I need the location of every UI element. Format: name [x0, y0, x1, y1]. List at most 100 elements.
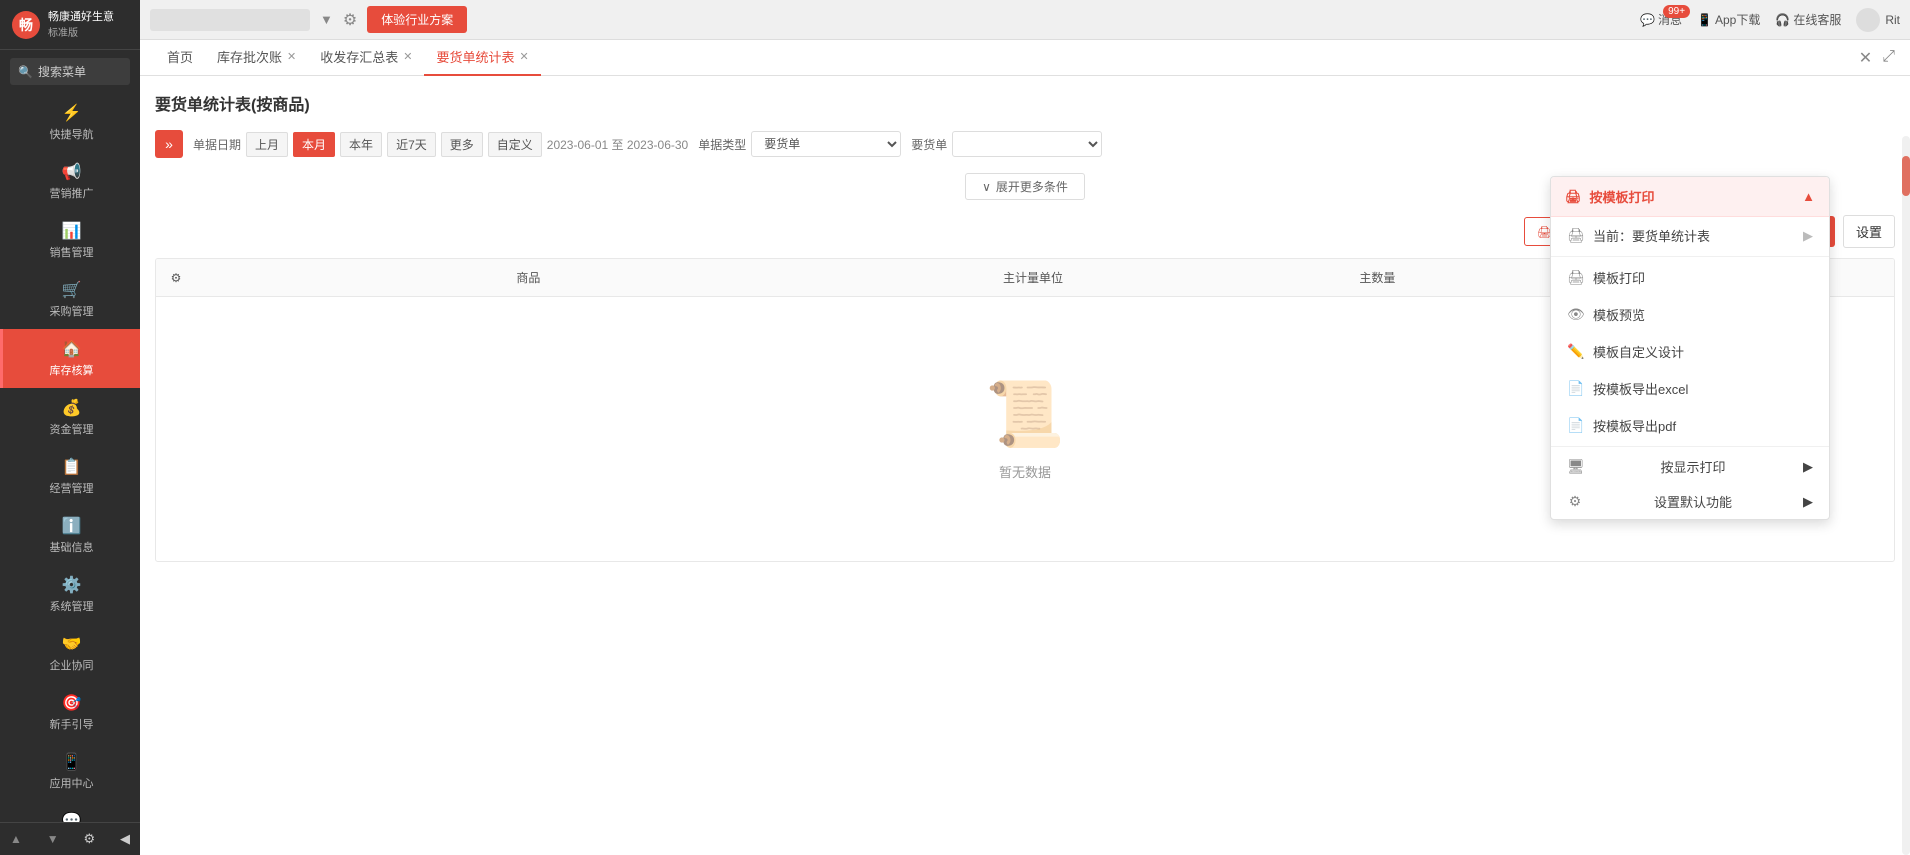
dropdown-template-preview-label: 模板预览	[1593, 305, 1813, 324]
dropdown-export-excel[interactable]: 📄 按模板导出excel	[1551, 370, 1829, 407]
topbar-search-input[interactable]	[150, 9, 310, 31]
app-download-icon: 📱	[1697, 13, 1712, 27]
tab-inventory-batch[interactable]: 库存批次账 ✕	[205, 39, 308, 76]
online-service-link[interactable]: 🎧 在线客服	[1775, 11, 1841, 28]
user-avatar	[1856, 8, 1880, 32]
toggle-sidebar-icon[interactable]: ◀	[120, 831, 130, 847]
dropdown-default-setting-arrow: ▶	[1803, 494, 1813, 510]
sidebar-item-label: 经营管理	[50, 480, 94, 496]
page-title: 要货单统计表(按商品)	[155, 91, 1895, 115]
sidebar-item-operations[interactable]: 📋 经营管理	[0, 447, 140, 506]
dropdown-display-print-label: 按显示打印	[1660, 457, 1725, 476]
close-window-button[interactable]: ✕	[1859, 48, 1872, 68]
tab-order-stats[interactable]: 要货单统计表 ✕	[424, 39, 540, 76]
topbar-dropdown-chevron[interactable]: ▼	[320, 12, 333, 27]
tab-inventory-batch-label: 库存批次账	[217, 47, 282, 66]
search-menu-button[interactable]: 🔍 搜索菜单	[10, 58, 130, 85]
scroll-up-icon[interactable]: ▲	[10, 832, 22, 846]
inventory-icon: 🏠	[62, 339, 82, 359]
tab-order-stats-label: 要货单统计表	[436, 47, 514, 66]
sidebar-item-sales[interactable]: 📊 销售管理	[0, 211, 140, 270]
tab-summary[interactable]: 收发存汇总表 ✕	[308, 39, 424, 76]
sales-icon: 📊	[62, 221, 82, 241]
tab-summary-close[interactable]: ✕	[403, 50, 412, 63]
type-filter-select[interactable]: 要货单	[751, 131, 901, 157]
sidebar-item-label: 资金管理	[50, 421, 94, 437]
sidebar-search[interactable]: 🔍 搜索菜单	[0, 50, 140, 93]
template-preview-icon: 👁	[1567, 306, 1583, 323]
tab-home[interactable]: 首页	[155, 39, 205, 76]
export-excel-icon: 📄	[1567, 380, 1583, 397]
empty-state-text: 暂无数据	[999, 462, 1051, 481]
date-custom-button[interactable]: 自定义	[488, 132, 542, 157]
logo-sub: 标准版	[48, 24, 114, 39]
expand-more-icon: ∨	[982, 180, 991, 194]
system-icon: ⚙️	[62, 575, 82, 595]
expand-more-button[interactable]: ∨ 展开更多条件	[965, 173, 1085, 200]
date-this-month-button[interactable]: 本月	[293, 132, 335, 157]
date-last-7-days-button[interactable]: 近7天	[387, 132, 436, 157]
display-print-icon: 🖥	[1567, 458, 1583, 475]
date-this-year-button[interactable]: 本年	[340, 132, 382, 157]
logo-text: 畅康通好生意	[48, 10, 114, 24]
sidebar-item-guide[interactable]: 🎯 新手引导	[0, 683, 140, 742]
dropdown-divider-1	[1551, 256, 1829, 257]
dropdown-template-design[interactable]: ✏️ 模板自定义设计	[1551, 333, 1829, 370]
sidebar-item-wechat[interactable]: 💬 企业微信	[0, 801, 140, 822]
sidebar-item-purchase[interactable]: 🛒 采购管理	[0, 270, 140, 329]
dropdown-export-pdf[interactable]: 📄 按模板导出pdf	[1551, 407, 1829, 444]
filter-expand-button[interactable]: »	[155, 130, 183, 158]
dropdown-template-preview[interactable]: 👁 模板预览	[1551, 296, 1829, 333]
tab-order-stats-close[interactable]: ✕	[520, 50, 529, 63]
sidebar-item-collab[interactable]: 🤝 企业协同	[0, 624, 140, 683]
dropdown-template-design-label: 模板自定义设计	[1593, 342, 1813, 361]
window-controls: ✕ ⤢	[1859, 48, 1895, 68]
app-download-link[interactable]: 📱 App下载	[1697, 11, 1760, 28]
dropdown-display-print[interactable]: 🖥 按显示打印 ▶	[1551, 449, 1829, 484]
type-filter-label: 单据类型	[698, 136, 746, 153]
sidebar-item-label: 销售管理	[50, 244, 94, 260]
maximize-window-button[interactable]: ⤢	[1882, 48, 1895, 68]
scrollbar[interactable]	[1902, 136, 1910, 855]
template-print-icon: 🖨	[1567, 269, 1583, 286]
sidebar-item-finance[interactable]: 💰 资金管理	[0, 388, 140, 447]
message-badge[interactable]: 💬 消息 99+	[1640, 11, 1682, 28]
sidebar-item-basic[interactable]: ℹ️ 基础信息	[0, 506, 140, 565]
dropdown-template-print-label: 模板打印	[1593, 268, 1813, 287]
sidebar-item-system[interactable]: ⚙️ 系统管理	[0, 565, 140, 624]
dropdown-default-setting[interactable]: ⚙ 设置默认功能 ▶	[1551, 484, 1829, 519]
settings-button[interactable]: 设置	[1843, 215, 1895, 248]
empty-state-icon: 📜	[985, 377, 1065, 452]
dropdown-template-print[interactable]: 🖨 模板打印	[1551, 259, 1829, 296]
sidebar-item-inventory[interactable]: 🏠 库存核算	[0, 329, 140, 388]
sidebar-footer: ▲ ▼ ⚙ ◀	[0, 822, 140, 855]
dropdown-export-pdf-label: 按模板导出pdf	[1593, 416, 1813, 435]
date-last-month-button[interactable]: 上月	[246, 132, 288, 157]
table-col-settings[interactable]: ⚙	[156, 261, 196, 295]
main-area: ▼ ⚙ 体验行业方案 💬 消息 99+ 📱 App下载 🎧 在线客服 Rit	[140, 0, 1910, 855]
goods-filter-select[interactable]	[952, 131, 1102, 157]
sidebar-item-quick-nav[interactable]: ⚡ 快捷导航	[0, 93, 140, 152]
settings-footer-icon[interactable]: ⚙	[83, 831, 95, 847]
export-pdf-icon: 📄	[1567, 417, 1583, 434]
dropdown-current-template[interactable]: 🖨 当前：要货单统计表 ▶	[1551, 217, 1829, 254]
date-more-button[interactable]: 更多	[441, 132, 483, 157]
sidebar-item-label: 采购管理	[50, 303, 94, 319]
goods-filter-group: 要货单	[911, 131, 1102, 157]
sidebar-item-apps[interactable]: 📱 应用中心	[0, 742, 140, 801]
tab-inventory-batch-close[interactable]: ✕	[287, 50, 296, 63]
dropdown-close-chevron[interactable]: ▲	[1802, 189, 1815, 204]
filter-bar: » 单据日期 上月 本月 本年 近7天 更多 自定义 2023-06-01 至 …	[155, 130, 1895, 158]
app-download-label: App下载	[1715, 11, 1760, 28]
sidebar-item-marketing[interactable]: 📢 营销推广	[0, 152, 140, 211]
dropdown-header-left: 🖨 按模板打印	[1565, 187, 1655, 206]
scroll-down-icon[interactable]: ▼	[47, 832, 59, 846]
wechat-icon: 💬	[62, 811, 82, 822]
basic-icon: ℹ️	[62, 516, 82, 536]
scrollbar-thumb[interactable]	[1902, 156, 1910, 196]
date-filter-label: 单据日期	[193, 136, 241, 153]
logo-icon: 畅	[12, 11, 40, 39]
trial-industry-button[interactable]: 体验行业方案	[367, 6, 467, 33]
user-profile[interactable]: Rit	[1856, 8, 1900, 32]
topbar-settings-icon[interactable]: ⚙	[343, 10, 357, 30]
